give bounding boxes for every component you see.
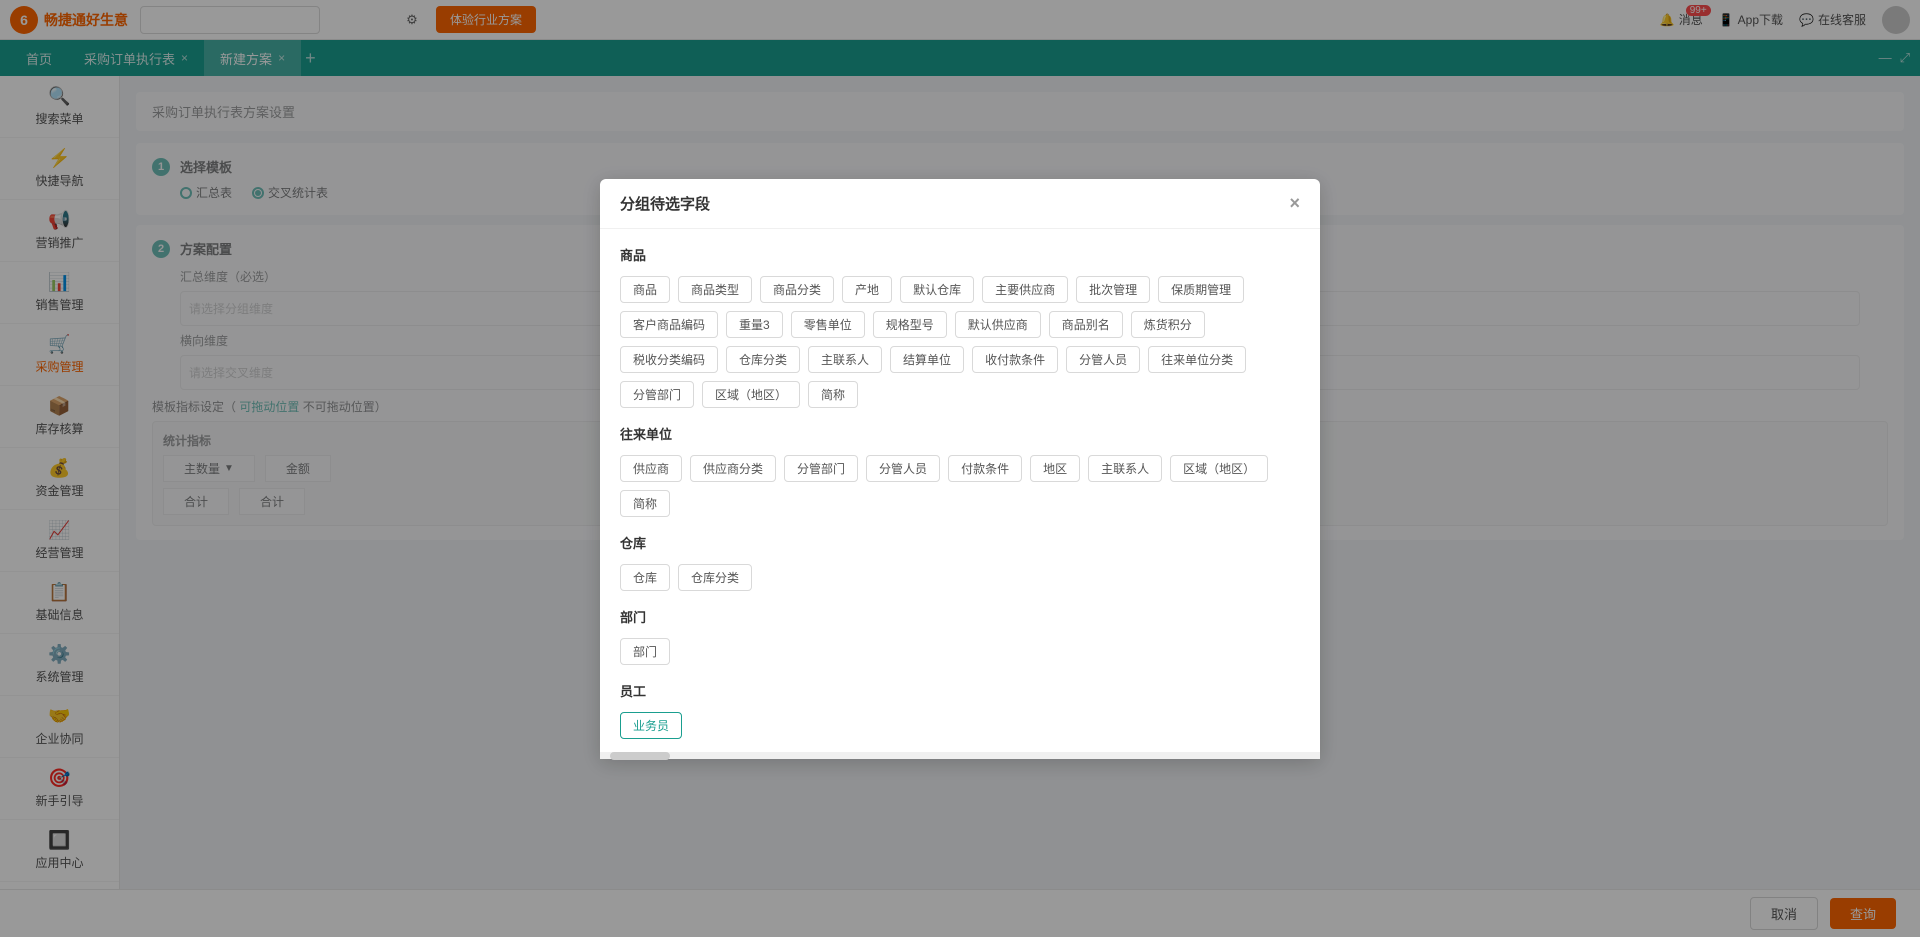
tag-party-supervisor[interactable]: 分管人员 [866, 455, 940, 482]
tag-party-region2[interactable]: 区域（地区） [1170, 455, 1268, 482]
tag-goods-weight[interactable]: 重量3 [726, 311, 783, 338]
modal-header: 分组待选字段 × [600, 179, 1320, 229]
section-party-title: 往来单位 [620, 424, 1300, 447]
tag-party-payment[interactable]: 付款条件 [948, 455, 1022, 482]
tag-goods-expiry[interactable]: 保质期管理 [1158, 276, 1244, 303]
tag-goods-tax-code[interactable]: 税收分类编码 [620, 346, 718, 373]
tag-goods-settlement-unit[interactable]: 结算单位 [890, 346, 964, 373]
tag-party-supplier[interactable]: 供应商 [620, 455, 682, 482]
section-goods-title: 商品 [620, 245, 1300, 268]
tag-goods-default-supplier[interactable]: 默认供应商 [955, 311, 1041, 338]
tag-party-region[interactable]: 地区 [1030, 455, 1080, 482]
tag-goods-region[interactable]: 区域（地区） [702, 381, 800, 408]
party-tags: 供应商 供应商分类 分管部门 分管人员 付款条件 地区 主联系人 区域（地区） … [620, 455, 1300, 517]
tag-party-supplier-cat[interactable]: 供应商分类 [690, 455, 776, 482]
tag-wh-category[interactable]: 仓库分类 [678, 564, 752, 591]
field-select-modal: 分组待选字段 × 商品 商品 商品类型 商品分类 产地 默认仓库 主要供应商 批… [600, 179, 1320, 759]
tag-dept-dept[interactable]: 部门 [620, 638, 670, 665]
tag-goods-dept[interactable]: 分管部门 [620, 381, 694, 408]
tag-goods-batch[interactable]: 批次管理 [1076, 276, 1150, 303]
dept-tags: 部门 [620, 638, 1300, 665]
section-employee-title: 员工 [620, 681, 1300, 704]
modal-title: 分组待选字段 [620, 193, 710, 214]
tag-goods-payment-terms[interactable]: 收付款条件 [972, 346, 1058, 373]
tag-party-shortname[interactable]: 简称 [620, 490, 670, 517]
modal-close-button[interactable]: × [1289, 193, 1300, 214]
section-dept: 部门 部门 [620, 607, 1300, 665]
section-warehouse-title: 仓库 [620, 533, 1300, 556]
tag-goods-alias[interactable]: 商品别名 [1049, 311, 1123, 338]
tag-goods-spec[interactable]: 规格型号 [873, 311, 947, 338]
tag-goods-points[interactable]: 炼货积分 [1131, 311, 1205, 338]
modal-backdrop: 分组待选字段 × 商品 商品 商品类型 商品分类 产地 默认仓库 主要供应商 批… [0, 0, 1920, 937]
tag-goods-main-contact[interactable]: 主联系人 [808, 346, 882, 373]
tag-emp-salesman[interactable]: 业务员 [620, 712, 682, 739]
tag-goods-retail-unit[interactable]: 零售单位 [791, 311, 865, 338]
tag-goods-default-wh[interactable]: 默认仓库 [900, 276, 974, 303]
tag-goods-category[interactable]: 商品分类 [760, 276, 834, 303]
tag-goods-main-supplier[interactable]: 主要供应商 [982, 276, 1068, 303]
tag-goods-party-category[interactable]: 往来单位分类 [1148, 346, 1246, 373]
tag-goods-type[interactable]: 商品类型 [678, 276, 752, 303]
horizontal-scroll-thumb [610, 752, 670, 760]
tag-goods-shortname[interactable]: 简称 [808, 381, 858, 408]
tag-party-dept[interactable]: 分管部门 [784, 455, 858, 482]
modal-body[interactable]: 商品 商品 商品类型 商品分类 产地 默认仓库 主要供应商 批次管理 保质期管理… [600, 229, 1320, 753]
tag-wh-warehouse[interactable]: 仓库 [620, 564, 670, 591]
section-warehouse: 仓库 仓库 仓库分类 [620, 533, 1300, 591]
warehouse-tags: 仓库 仓库分类 [620, 564, 1300, 591]
tag-goods-wh-category[interactable]: 仓库分类 [726, 346, 800, 373]
tag-goods-supervisor[interactable]: 分管人员 [1066, 346, 1140, 373]
tag-party-contact[interactable]: 主联系人 [1088, 455, 1162, 482]
tag-goods-origin[interactable]: 产地 [842, 276, 892, 303]
tag-goods-product[interactable]: 商品 [620, 276, 670, 303]
section-party: 往来单位 供应商 供应商分类 分管部门 分管人员 付款条件 地区 主联系人 区域… [620, 424, 1300, 517]
modal-horizontal-scrollbar[interactable] [600, 752, 1320, 758]
goods-tags: 商品 商品类型 商品分类 产地 默认仓库 主要供应商 批次管理 保质期管理 客户… [620, 276, 1300, 408]
section-dept-title: 部门 [620, 607, 1300, 630]
section-goods: 商品 商品 商品类型 商品分类 产地 默认仓库 主要供应商 批次管理 保质期管理… [620, 245, 1300, 408]
section-employee: 员工 业务员 [620, 681, 1300, 739]
employee-tags: 业务员 [620, 712, 1300, 739]
tag-goods-customer-code[interactable]: 客户商品编码 [620, 311, 718, 338]
